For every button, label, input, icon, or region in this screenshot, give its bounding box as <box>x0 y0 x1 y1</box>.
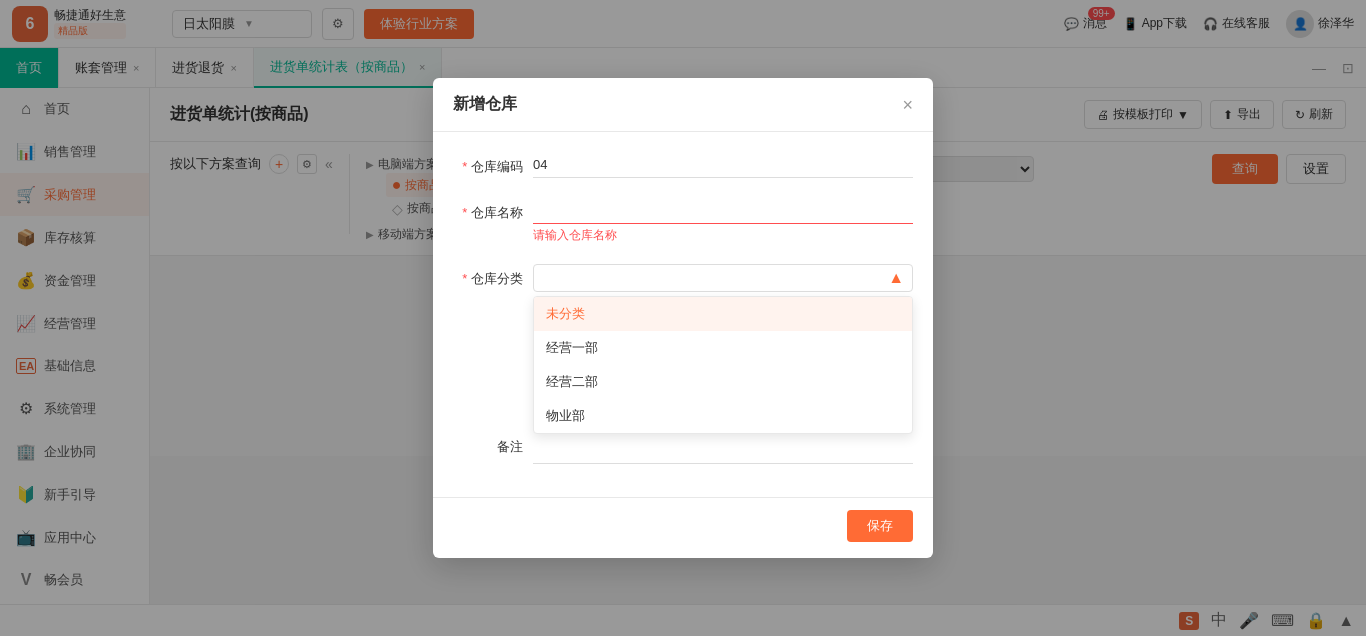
form-row-code: 仓库编码 <box>453 152 913 178</box>
category-dropdown-arrow-icon[interactable]: ▲ <box>888 269 904 287</box>
note-input[interactable] <box>533 432 913 464</box>
dropdown-item-none[interactable]: 未分类 <box>534 297 912 331</box>
form-row-category: 仓库分类 ▲ 未分类 经营一部 经营二部 物业部 <box>453 264 913 292</box>
category-label: 仓库分类 <box>453 264 533 288</box>
dialog-overlay[interactable]: 新增仓库 × 仓库编码 仓库名称 请输入仓库名称 <box>0 0 1366 636</box>
form-row-note: 备注 <box>453 432 913 467</box>
name-error-message: 请输入仓库名称 <box>533 227 913 244</box>
category-input-wrap: ▲ 未分类 经营一部 经营二部 物业部 <box>533 264 913 292</box>
dialog-close-button[interactable]: × <box>902 96 913 114</box>
note-input-wrap <box>533 432 913 467</box>
dialog-footer: 保存 <box>433 497 933 558</box>
category-selector[interactable]: ▲ <box>533 264 913 292</box>
dialog-title: 新增仓库 <box>453 94 517 115</box>
code-input-wrap <box>533 152 913 178</box>
category-dropdown-menu: 未分类 经营一部 经营二部 物业部 <box>533 296 913 434</box>
dialog-body: 仓库编码 仓库名称 请输入仓库名称 仓库分类 <box>433 132 933 497</box>
warehouse-code-input[interactable] <box>533 152 913 178</box>
dropdown-item-dept2[interactable]: 经营二部 <box>534 365 912 399</box>
new-warehouse-dialog: 新增仓库 × 仓库编码 仓库名称 请输入仓库名称 <box>433 78 933 558</box>
note-label: 备注 <box>453 432 533 456</box>
category-input[interactable] <box>542 271 888 286</box>
name-input-wrap: 请输入仓库名称 <box>533 198 913 244</box>
form-row-name: 仓库名称 请输入仓库名称 <box>453 198 913 244</box>
dropdown-item-property[interactable]: 物业部 <box>534 399 912 433</box>
name-label: 仓库名称 <box>453 198 533 222</box>
code-label: 仓库编码 <box>453 152 533 176</box>
dialog-header: 新增仓库 × <box>433 78 933 132</box>
dropdown-item-dept1[interactable]: 经营一部 <box>534 331 912 365</box>
save-button[interactable]: 保存 <box>847 510 913 542</box>
warehouse-name-input[interactable] <box>533 198 913 224</box>
